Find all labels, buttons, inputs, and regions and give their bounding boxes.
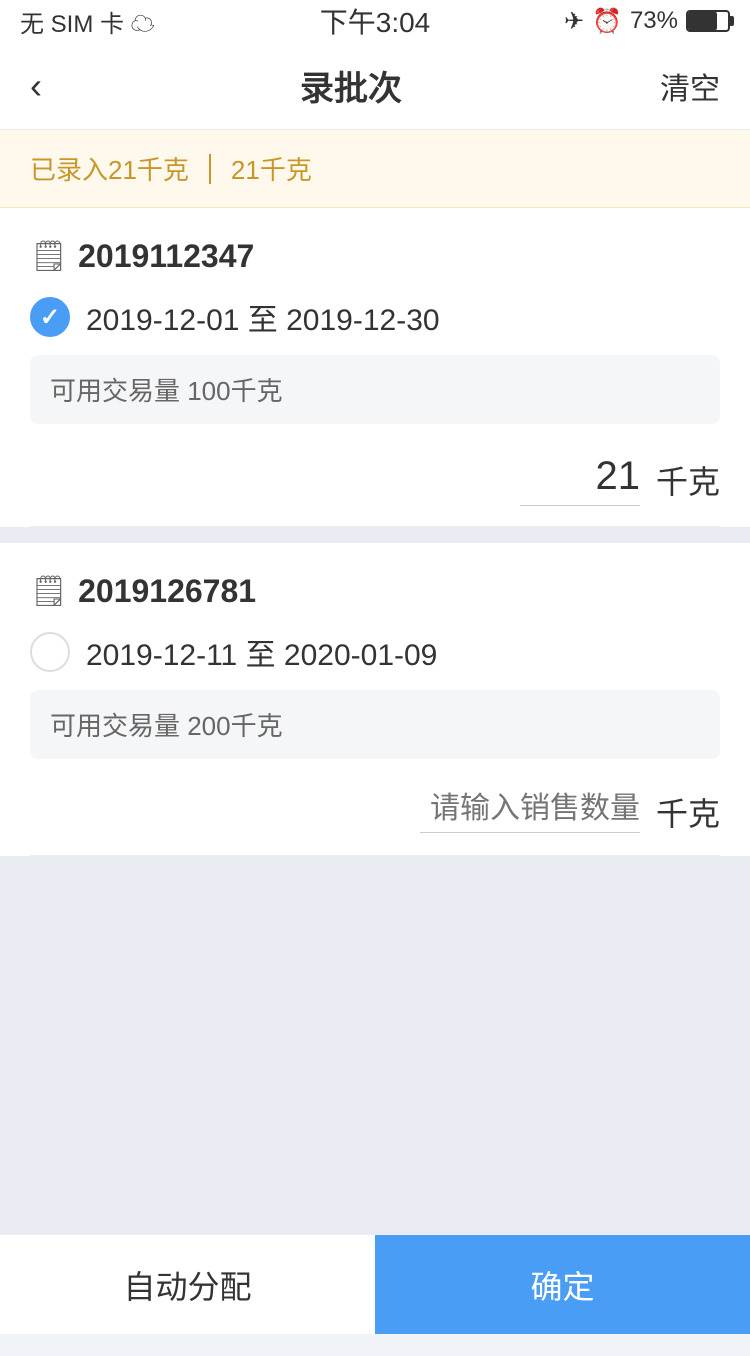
card1-header: 🗒 2019112347 xyxy=(30,238,720,275)
card1-date-row[interactable]: 2019-12-01 至 2019-12-30 xyxy=(30,295,720,339)
confirm-button[interactable]: 确定 xyxy=(375,1235,750,1334)
status-right: ✈ ⏰ 73% xyxy=(564,7,730,36)
card2-amount-underline xyxy=(420,792,640,833)
card2-radio[interactable] xyxy=(30,632,70,672)
status-bar: 无 SIM 卡 ☁ 下午3:04 ✈ ⏰ 73% xyxy=(0,0,750,42)
status-left: 无 SIM 卡 ☁ xyxy=(20,4,155,39)
info-label-right: 21千克 xyxy=(231,150,312,187)
card2-icon: 🗒 xyxy=(30,574,68,609)
card1-amount-row: 千克 xyxy=(30,424,720,506)
card1-id: 2019112347 xyxy=(78,238,254,275)
card2-amount-row: 千克 xyxy=(30,759,720,835)
empty-space xyxy=(0,856,750,1256)
section-divider-1 xyxy=(0,527,750,543)
card2-availability: 可用交易量 200千克 xyxy=(30,690,720,759)
batch-card-2: 🗒 2019126781 2019-12-11 至 2020-01-09 可用交… xyxy=(0,543,750,856)
status-time: 下午3:04 xyxy=(320,1,431,41)
sim-label: 无 SIM 卡 ☁ xyxy=(20,4,155,39)
card1-icon: 🗒 xyxy=(30,239,68,274)
info-banner: 已录入21千克 21千克 xyxy=(0,130,750,208)
card2-id: 2019126781 xyxy=(78,573,256,610)
battery-icon xyxy=(686,10,730,32)
card1-date: 2019-12-01 至 2019-12-30 xyxy=(86,295,440,339)
auto-distribute-button[interactable]: 自动分配 xyxy=(0,1235,375,1334)
card2-header: 🗒 2019126781 xyxy=(30,573,720,610)
back-button[interactable]: ‹ xyxy=(30,65,42,107)
card2-amount-input[interactable] xyxy=(420,792,640,826)
card1-amount-underline xyxy=(520,454,640,506)
card2-date-row[interactable]: 2019-12-11 至 2020-01-09 xyxy=(30,630,720,674)
card1-radio[interactable] xyxy=(30,297,70,337)
info-label-left: 已录入21千克 xyxy=(30,150,189,187)
bottom-bar: 自动分配 确定 xyxy=(0,1234,750,1334)
location-icon: ✈ xyxy=(564,7,584,36)
card2-unit: 千克 xyxy=(656,789,720,835)
nav-bar: ‹ 录批次 清空 xyxy=(0,42,750,130)
batch-card-1: 🗒 2019112347 2019-12-01 至 2019-12-30 可用交… xyxy=(0,208,750,527)
clear-button[interactable]: 清空 xyxy=(660,64,720,108)
page-title: 录批次 xyxy=(300,61,402,110)
card1-availability: 可用交易量 100千克 xyxy=(30,355,720,424)
main-content: 🗒 2019112347 2019-12-01 至 2019-12-30 可用交… xyxy=(0,208,750,1356)
card2-date: 2019-12-11 至 2020-01-09 xyxy=(86,630,437,674)
battery-percent: 73% xyxy=(630,7,678,35)
info-divider xyxy=(209,154,211,184)
alarm-icon: ⏰ xyxy=(592,7,622,36)
card1-unit: 千克 xyxy=(656,457,720,503)
card1-amount-input[interactable] xyxy=(520,454,640,499)
